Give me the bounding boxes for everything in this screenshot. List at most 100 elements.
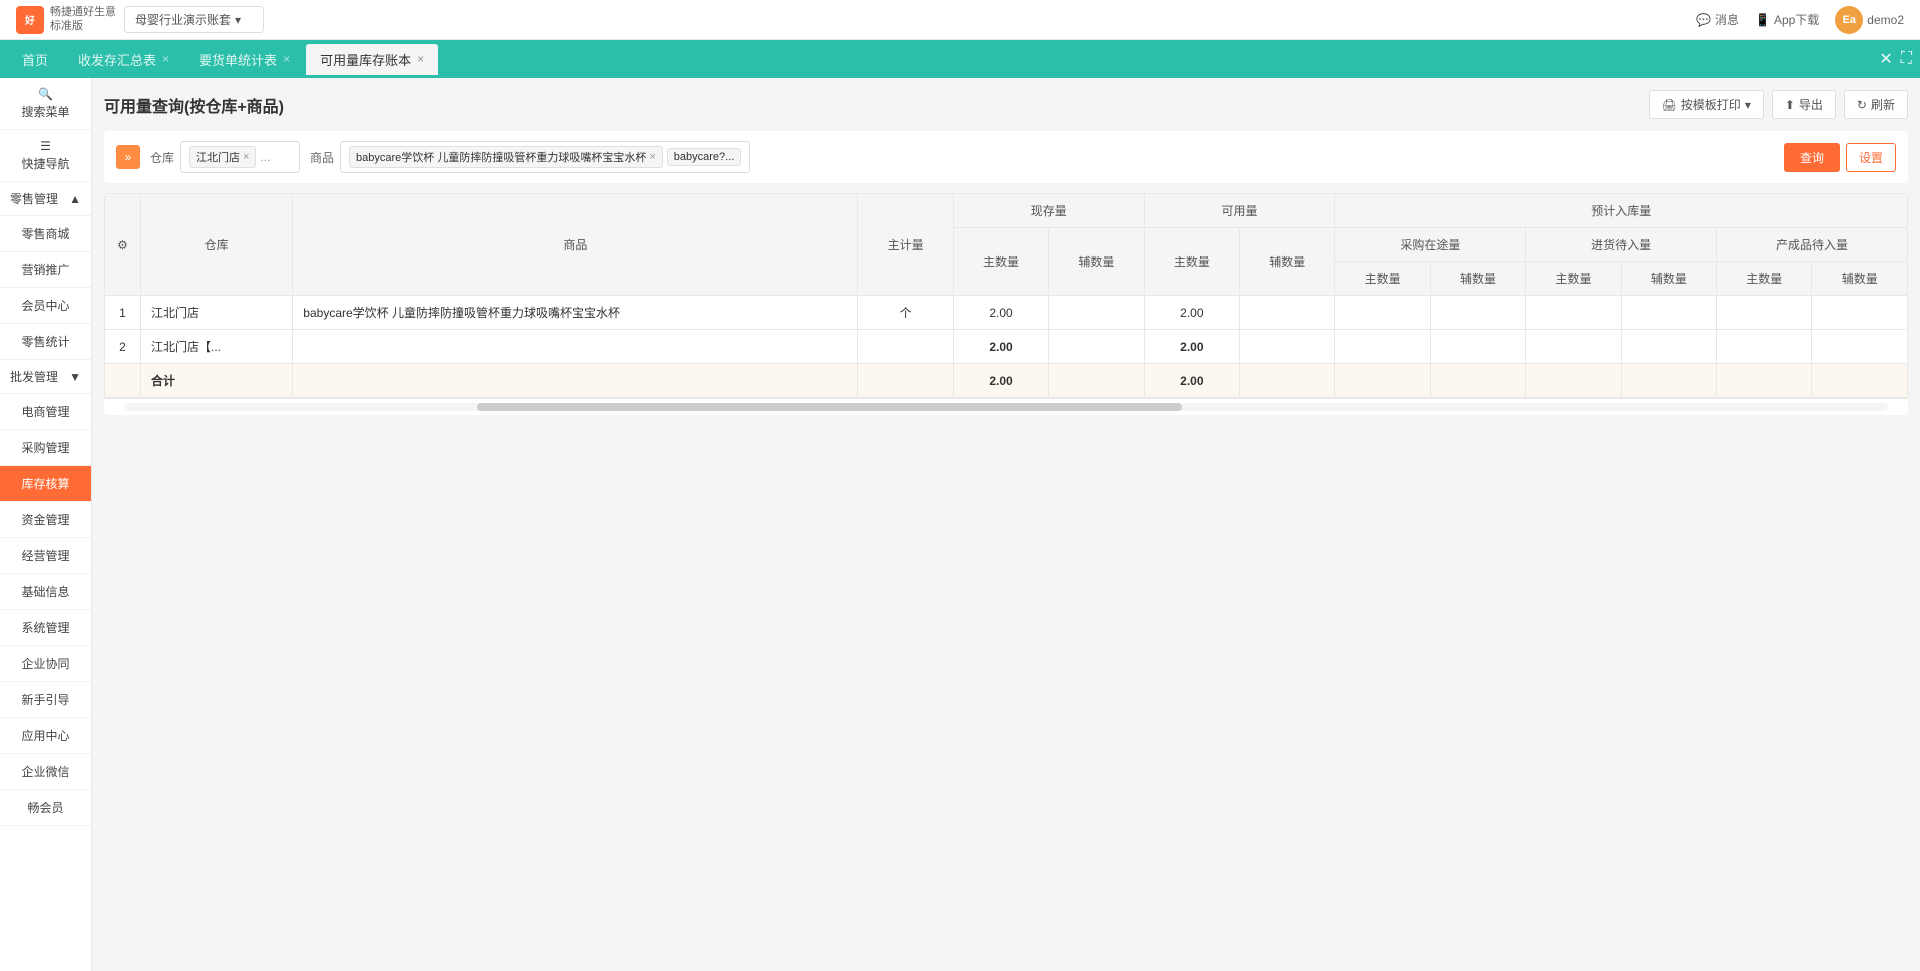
filter-bar: » 仓库 江北门店 × ... 商品 bbox=[104, 131, 1908, 183]
maximize-icon[interactable]: ⛶ bbox=[1901, 50, 1912, 68]
td-pend-main-1 bbox=[1526, 296, 1621, 330]
chevron-down-icon: ▼ bbox=[69, 370, 81, 384]
th-gear[interactable]: ⚙ bbox=[105, 194, 141, 296]
td-total-curr-main: 2.00 bbox=[953, 364, 1048, 398]
td-curr-main-2: 2.00 bbox=[953, 330, 1048, 364]
sidebar-item-operations[interactable]: 经营管理 bbox=[0, 538, 91, 574]
sidebar-item-retail-stats[interactable]: 零售统计 bbox=[0, 324, 91, 360]
td-total-avail-main: 2.00 bbox=[1144, 364, 1239, 398]
td-prod-main-2 bbox=[1717, 330, 1812, 364]
filter-expand-button[interactable]: » bbox=[116, 145, 140, 169]
sidebar-item-basic[interactable]: 基础信息 bbox=[0, 574, 91, 610]
export-icon: ⬆ bbox=[1785, 98, 1795, 112]
td-curr-aux-2 bbox=[1049, 330, 1144, 364]
sidebar-item-app-center[interactable]: 应用中心 bbox=[0, 718, 91, 754]
th-current-main-qty: 主数量 bbox=[953, 228, 1048, 296]
horizontal-scrollbar[interactable] bbox=[124, 403, 1888, 411]
td-total-unit bbox=[858, 364, 953, 398]
sidebar-item-system[interactable]: 系统管理 bbox=[0, 610, 91, 646]
td-total-pend-aux bbox=[1621, 364, 1716, 398]
warehouse-tag-1[interactable]: 江北门店 × bbox=[189, 146, 256, 168]
table-row: 1 江北门店 babycare学饮杯 儿童防摔防撞吸管杯重力球吸嘴杯宝宝水杯 个… bbox=[105, 296, 1908, 330]
refresh-button[interactable]: ↻ 刷新 bbox=[1844, 90, 1908, 119]
sidebar-item-retail-mall[interactable]: 零售商城 bbox=[0, 216, 91, 252]
sidebar-quick-nav[interactable]: ☰ 快捷导航 bbox=[0, 130, 91, 182]
nav-icon: ☰ bbox=[40, 139, 51, 153]
tab-available-stock[interactable]: 可用量库存账本 × bbox=[306, 44, 438, 75]
sidebar-item-enterprise[interactable]: 企业协同 bbox=[0, 646, 91, 682]
app-download-button[interactable]: 📱 App下载 bbox=[1755, 11, 1819, 28]
avatar: Ea bbox=[1835, 6, 1863, 34]
warehouse-tag-remove-icon[interactable]: × bbox=[243, 151, 249, 163]
main-layout: 🔍 搜索菜单 ☰ 快捷导航 零售管理 ▲ 零售商城 营销推广 会员中心 零售统计… bbox=[0, 78, 1920, 971]
print-template-button[interactable]: 🖨 按模板打印 ▾ bbox=[1649, 90, 1764, 119]
chevron-down-icon: ▾ bbox=[1745, 98, 1751, 112]
table-row: 2 江北门店【... 2.00 2.00 bbox=[105, 330, 1908, 364]
product-input[interactable]: babycare学饮杯 儿童防摔防撞吸管杯重力球吸嘴杯宝宝水杯 × babyca… bbox=[340, 141, 750, 173]
th-purchase-in-transit: 采购在途量 bbox=[1335, 228, 1526, 262]
table-footer bbox=[104, 398, 1908, 411]
sidebar-item-purchase[interactable]: 采购管理 bbox=[0, 430, 91, 466]
th-available-main-qty: 主数量 bbox=[1144, 228, 1239, 296]
nav-tabs: 首页 收发存汇总表 × 要货单统计表 × 可用量库存账本 × ✕ ⛶ bbox=[0, 40, 1920, 78]
header-right: 💬 消息 📱 App下载 Ea demo2 bbox=[1696, 6, 1904, 34]
logo-icon: 好 bbox=[16, 6, 44, 34]
export-button[interactable]: ⬆ 导出 bbox=[1772, 90, 1836, 119]
industry-selector[interactable]: 母婴行业演示账套 ▾ bbox=[124, 6, 264, 33]
tab-purchase-order[interactable]: 要货单统计表 × bbox=[185, 44, 304, 75]
sidebar-search[interactable]: 🔍 搜索菜单 bbox=[0, 78, 91, 130]
sidebar-item-wholesale[interactable]: 批发管理 ▼ bbox=[0, 360, 91, 394]
th-available: 可用量 bbox=[1144, 194, 1335, 228]
th-pending-product-inbound: 产成品待入量 bbox=[1717, 228, 1908, 262]
search-icon: 🔍 bbox=[38, 87, 53, 101]
th-pending-aux: 辅数量 bbox=[1621, 262, 1716, 296]
td-prod-aux-1 bbox=[1812, 296, 1908, 330]
sidebar-item-retail[interactable]: 零售管理 ▲ bbox=[0, 182, 91, 216]
sidebar-item-marketing[interactable]: 营销推广 bbox=[0, 252, 91, 288]
query-button[interactable]: 查询 bbox=[1784, 143, 1840, 172]
setting-button[interactable]: 设置 bbox=[1846, 143, 1896, 172]
td-pur-aux-2 bbox=[1430, 330, 1525, 364]
tab-receipt-summary[interactable]: 收发存汇总表 × bbox=[64, 44, 183, 75]
warehouse-ellipsis[interactable]: ... bbox=[260, 150, 270, 164]
sidebar-item-member-center[interactable]: 会员中心 bbox=[0, 288, 91, 324]
td-product-1: babycare学饮杯 儿童防摔防撞吸管杯重力球吸嘴杯宝宝水杯 bbox=[293, 296, 858, 330]
td-total-pur-main bbox=[1335, 364, 1430, 398]
tab-close-receipt-summary[interactable]: × bbox=[162, 52, 169, 66]
td-pur-aux-1 bbox=[1430, 296, 1525, 330]
chevron-icon: ▲ bbox=[69, 192, 81, 206]
th-current-stock: 现存量 bbox=[953, 194, 1144, 228]
sidebar-item-new-guide[interactable]: 新手引导 bbox=[0, 682, 91, 718]
message-icon: 💬 bbox=[1696, 13, 1711, 27]
message-button[interactable]: 💬 消息 bbox=[1696, 11, 1739, 28]
td-total-avail-aux bbox=[1240, 364, 1335, 398]
print-icon: 🖨 bbox=[1662, 98, 1677, 112]
tab-close-purchase-order[interactable]: × bbox=[283, 52, 290, 66]
user-menu[interactable]: Ea demo2 bbox=[1835, 6, 1904, 34]
product-tag-2[interactable]: babycare?... bbox=[667, 148, 742, 166]
th-purchase-aux: 辅数量 bbox=[1430, 262, 1525, 296]
filter-actions: 查询 设置 bbox=[1784, 143, 1896, 172]
mobile-icon: 📱 bbox=[1755, 13, 1770, 27]
sidebar-item-finance[interactable]: 资金管理 bbox=[0, 502, 91, 538]
sidebar-item-member[interactable]: 畅会员 bbox=[0, 790, 91, 826]
td-unit-1: 个 bbox=[858, 296, 953, 330]
product-filter: 商品 babycare学饮杯 儿童防摔防撞吸管杯重力球吸嘴杯宝宝水杯 × bab… bbox=[310, 141, 750, 173]
sidebar-item-inventory[interactable]: 库存核算 bbox=[0, 466, 91, 502]
page-title: 可用量查询(按仓库+商品) bbox=[104, 93, 284, 117]
refresh-icon: ↻ bbox=[1857, 98, 1867, 112]
sidebar-item-enterprise-wechat[interactable]: 企业微信 bbox=[0, 754, 91, 790]
td-curr-main-1: 2.00 bbox=[953, 296, 1048, 330]
th-product: 商品 bbox=[293, 194, 858, 296]
product-tag-1-remove-icon[interactable]: × bbox=[649, 151, 655, 163]
table-container: ⚙ 仓库 商品 主计量 现存量 可用量 预计入库量 主数量 辅数量 主数量 bbox=[104, 193, 1908, 415]
tab-close-available-stock[interactable]: × bbox=[417, 52, 424, 66]
warehouse-input[interactable]: 江北门店 × ... bbox=[180, 141, 300, 173]
sidebar-item-ecommerce[interactable]: 电商管理 bbox=[0, 394, 91, 430]
close-tab-icon[interactable]: ✕ bbox=[1879, 49, 1892, 69]
total-row: 合计 2.00 2.00 bbox=[105, 364, 1908, 398]
scrollbar-thumb[interactable] bbox=[477, 403, 1183, 411]
product-tag-1[interactable]: babycare学饮杯 儿童防摔防撞吸管杯重力球吸嘴杯宝宝水杯 × bbox=[349, 146, 663, 168]
product-label: 商品 bbox=[310, 149, 334, 166]
tab-home[interactable]: 首页 bbox=[8, 44, 62, 75]
